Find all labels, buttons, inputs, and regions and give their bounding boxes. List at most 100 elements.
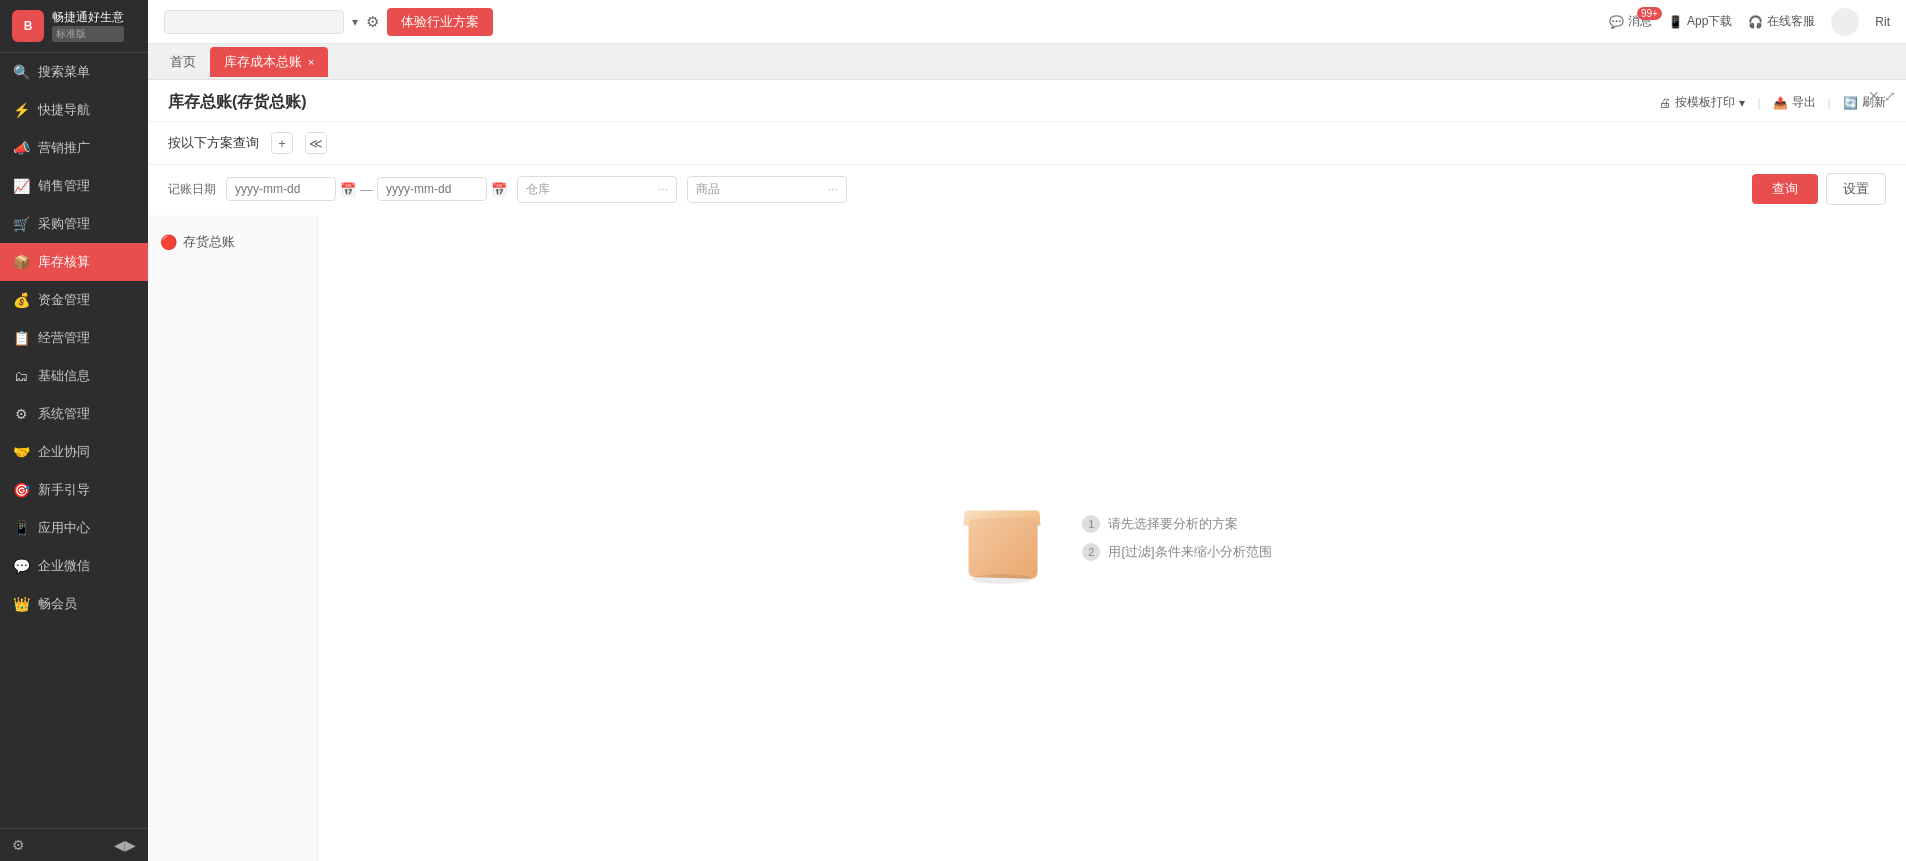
product-more-icon: ··· <box>828 182 838 196</box>
sidebar-item-cooperation[interactable]: 🤝 企业协同 <box>0 433 148 471</box>
purchase-icon: 🛒 <box>12 216 30 232</box>
sidebar-item-label: 系统管理 <box>38 405 90 423</box>
sidebar-footer: ⚙ ◀▶ <box>0 828 148 861</box>
tabs-bar: 首页 库存成本总账 × <box>148 44 1906 80</box>
filter-collapse-button[interactable]: ≪ <box>305 132 327 154</box>
tab-home[interactable]: 首页 <box>156 47 210 77</box>
beginner-icon: 🎯 <box>12 482 30 498</box>
export-btn[interactable]: 📤 导出 <box>1773 94 1816 111</box>
hint-text-1: 请先选择要分析的方案 <box>1108 515 1238 533</box>
messages-badge: 99+ <box>1637 7 1662 20</box>
product-select[interactable]: 商品 ··· <box>687 176 847 203</box>
online-support-btn[interactable]: 🎧 在线客服 <box>1748 13 1815 30</box>
membership-icon: 👑 <box>12 596 30 612</box>
collapse-icon[interactable]: ◀▶ <box>114 837 136 853</box>
sidebar-item-operations[interactable]: 📋 经营管理 <box>0 319 148 357</box>
filter-add-button[interactable]: + <box>271 132 293 154</box>
sidebar-item-wechat[interactable]: 💬 企业微信 <box>0 547 148 585</box>
top-right-corner: ✕ ⤢ <box>1858 80 1906 112</box>
tab-close-icon[interactable]: × <box>308 56 314 68</box>
sidebar-item-basic-info[interactable]: 🗂 基础信息 <box>0 357 148 395</box>
sidebar-nav: 🔍 搜索菜单 ⚡ 快捷导航 📣 营销推广 📈 销售管理 🛒 采购管理 📦 库存核… <box>0 53 148 828</box>
sidebar-item-label: 经营管理 <box>38 329 90 347</box>
sidebar-item-label: 销售管理 <box>38 177 90 195</box>
sidebar-item-label: 库存核算 <box>38 253 90 271</box>
query-button[interactable]: 查询 <box>1752 174 1818 204</box>
sidebar-item-beginner[interactable]: 🎯 新手引导 <box>0 471 148 509</box>
cal-start-icon[interactable]: 📅 <box>340 182 356 197</box>
basic-info-icon: 🗂 <box>12 368 30 384</box>
tab-inventory-ledger[interactable]: 库存成本总账 × <box>210 47 328 77</box>
topbar-left: ▾ ⚙ 体验行业方案 <box>164 8 1601 36</box>
empty-illustration <box>952 488 1052 588</box>
sidebar-item-finance[interactable]: 💰 资金管理 <box>0 281 148 319</box>
panel-expand-button[interactable]: ⤢ <box>1884 88 1896 104</box>
finance-icon: 💰 <box>12 292 30 308</box>
tab-home-label: 首页 <box>170 54 196 69</box>
avatar <box>1831 8 1859 36</box>
content-area: 🔴 存货总账 1 请先选择要 <box>148 215 1906 861</box>
sidebar: B 畅捷通好生意 标准版 🔍 搜索菜单 ⚡ 快捷导航 📣 营销推广 📈 销售管理… <box>0 0 148 861</box>
sidebar-item-label: 企业微信 <box>38 557 90 575</box>
sidebar-item-shortcut[interactable]: ⚡ 快捷导航 <box>0 91 148 129</box>
scheme-item-label: 存货总账 <box>183 233 235 251</box>
topbar-search-input[interactable] <box>164 10 344 34</box>
topbar-gear-icon[interactable]: ⚙ <box>366 13 379 31</box>
sidebar-item-search[interactable]: 🔍 搜索菜单 <box>0 53 148 91</box>
date-field-label: 记账日期 <box>168 181 216 198</box>
settings-icon[interactable]: ⚙ <box>12 837 25 853</box>
scheme-item-inventory-ledger[interactable]: 🔴 存货总账 <box>148 225 317 259</box>
app-download-btn[interactable]: 📱 App下载 <box>1668 13 1732 30</box>
box-shadow <box>972 574 1032 584</box>
app-logo: B 畅捷通好生意 标准版 <box>0 0 148 53</box>
topbar-dropdown-button[interactable]: ▾ <box>352 15 358 29</box>
date-input-group: 📅 — 📅 <box>226 177 507 201</box>
warehouse-label: 仓库 <box>526 181 550 198</box>
chevron-down-icon: ▾ <box>352 15 358 29</box>
messages-btn[interactable]: 💬 消息 99+ <box>1609 13 1652 30</box>
sidebar-item-sales[interactable]: 📈 销售管理 <box>0 167 148 205</box>
print-icon: 🖨 <box>1659 96 1671 110</box>
panel-close-button[interactable]: ✕ <box>1868 88 1880 104</box>
print-chevron-icon: ▾ <box>1739 96 1745 110</box>
sidebar-item-label: 企业协同 <box>38 443 90 461</box>
filter-label: 按以下方案查询 <box>168 134 259 152</box>
sidebar-item-label: 采购管理 <box>38 215 90 233</box>
sidebar-item-marketing[interactable]: 📣 营销推广 <box>0 129 148 167</box>
sidebar-item-membership[interactable]: 👑 畅会员 <box>0 585 148 623</box>
system-icon: ⚙ <box>12 406 30 422</box>
empty-content: 1 请先选择要分析的方案 2 用[过滤]条件来缩小分析范围 <box>952 488 1271 588</box>
cal-end-icon[interactable]: 📅 <box>491 182 507 197</box>
sidebar-item-label: 基础信息 <box>38 367 90 385</box>
username-label[interactable]: Rit <box>1875 15 1890 29</box>
message-icon: 💬 <box>1609 15 1624 29</box>
sidebar-item-inventory[interactable]: 📦 库存核算 <box>0 243 148 281</box>
sidebar-item-purchase[interactable]: 🛒 采购管理 <box>0 205 148 243</box>
empty-hint-2: 2 用[过滤]条件来缩小分析范围 <box>1082 543 1271 561</box>
print-btn[interactable]: 🖨 按模板打印 ▾ <box>1659 94 1745 111</box>
app-name: 畅捷通好生意 <box>52 10 124 26</box>
date-end-input[interactable] <box>377 177 487 201</box>
header-sep-1: | <box>1757 95 1760 110</box>
sales-icon: 📈 <box>12 178 30 194</box>
sidebar-item-label: 新手引导 <box>38 481 90 499</box>
headset-icon: 🎧 <box>1748 15 1763 29</box>
main-wrapper: ▾ ⚙ 体验行业方案 💬 消息 99+ 📱 App下载 🎧 在线客服 Rit <box>148 0 1906 861</box>
sidebar-item-label: 应用中心 <box>38 519 90 537</box>
warehouse-select[interactable]: 仓库 ··· <box>517 176 677 203</box>
marketing-icon: 📣 <box>12 140 30 156</box>
page-content: 库存总账(存货总账) 🖨 按模板打印 ▾ | 📤 导出 | 🔄 刷新 <box>148 80 1906 861</box>
online-support-label: 在线客服 <box>1767 13 1815 30</box>
date-start-input[interactable] <box>226 177 336 201</box>
industry-btn[interactable]: 体验行业方案 <box>387 8 493 36</box>
filter-row: 记账日期 📅 — 📅 仓库 ··· 商品 ··· 查询 设置 <box>148 165 1906 215</box>
empty-hint-1: 1 请先选择要分析的方案 <box>1082 515 1271 533</box>
page-header-actions: 🖨 按模板打印 ▾ | 📤 导出 | 🔄 刷新 <box>1659 94 1886 111</box>
settings-button[interactable]: 设置 <box>1826 173 1886 205</box>
tab-active-label: 库存成本总账 <box>224 53 302 71</box>
inventory-icon: 📦 <box>12 254 30 270</box>
sidebar-item-system[interactable]: ⚙ 系统管理 <box>0 395 148 433</box>
sidebar-item-app-center[interactable]: 📱 应用中心 <box>0 509 148 547</box>
shortcut-icon: ⚡ <box>12 102 30 118</box>
hint-text-2: 用[过滤]条件来缩小分析范围 <box>1108 543 1271 561</box>
